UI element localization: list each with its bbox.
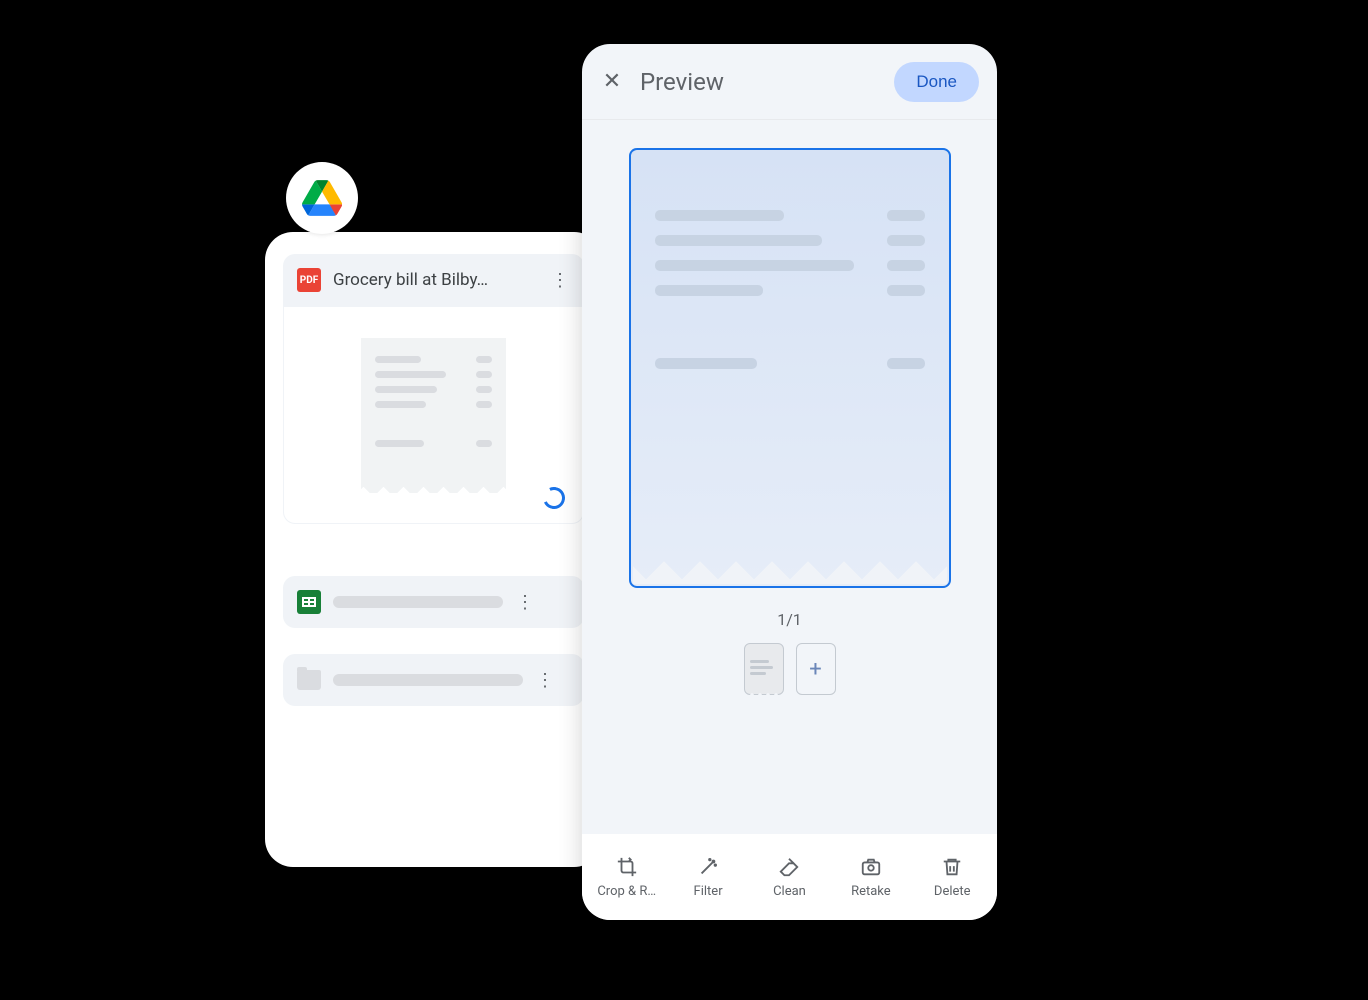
magic-wand-icon <box>697 856 719 878</box>
retake-button[interactable]: Retake <box>834 856 908 899</box>
pdf-icon: PDF <box>297 268 321 292</box>
preview-toolbar: Crop & R… Filter Clean Retake Delete <box>582 834 997 920</box>
preview-header: ✕ Preview Done <box>582 44 997 120</box>
crop-rotate-button[interactable]: Crop & R… <box>590 856 664 899</box>
file-row-pdf[interactable]: PDF Grocery bill at Bilby… ⋮ <box>283 254 584 306</box>
file-row-sheets[interactable]: ⋮ <box>283 576 584 628</box>
google-drive-logo <box>286 162 358 234</box>
sheets-icon <box>297 590 321 614</box>
page-thumbnail-strip: + <box>744 643 836 695</box>
scan-preview-panel: ✕ Preview Done 1/1 + <box>582 44 997 920</box>
close-icon[interactable]: ✕ <box>600 69 624 94</box>
filter-button[interactable]: Filter <box>671 856 745 899</box>
drive-icon <box>302 180 342 216</box>
preview-body: 1/1 + <box>582 120 997 834</box>
page-thumbnail[interactable] <box>744 643 784 695</box>
file-title: Grocery bill at Bilby… <box>333 270 538 290</box>
preview-title: Preview <box>640 68 878 96</box>
tool-label: Crop & R… <box>597 884 656 899</box>
more-options-icon[interactable]: ⋮ <box>535 670 555 691</box>
file-thumbnail-card[interactable] <box>283 306 584 524</box>
crop-rotate-icon <box>616 856 638 878</box>
drive-file-list-panel: PDF Grocery bill at Bilby… ⋮ <box>265 232 602 867</box>
tool-label: Filter <box>694 884 723 899</box>
file-title-placeholder <box>333 596 503 608</box>
file-row-folder[interactable]: ⋮ <box>283 654 584 706</box>
receipt-thumbnail <box>361 338 506 493</box>
camera-icon <box>860 856 882 878</box>
file-title-placeholder <box>333 674 523 686</box>
page-counter: 1/1 <box>777 610 802 629</box>
folder-icon <box>297 668 321 692</box>
plus-icon: + <box>809 657 821 682</box>
tool-label: Clean <box>773 884 806 899</box>
tool-label: Retake <box>851 884 891 899</box>
loading-spinner-icon <box>540 484 568 512</box>
done-button[interactable]: Done <box>894 62 979 102</box>
tool-label: Delete <box>934 884 971 899</box>
clean-button[interactable]: Clean <box>752 856 826 899</box>
eraser-icon <box>778 856 800 878</box>
more-options-icon[interactable]: ⋮ <box>550 270 570 291</box>
trash-icon <box>941 856 963 878</box>
add-page-button[interactable]: + <box>796 643 836 695</box>
delete-button[interactable]: Delete <box>915 856 989 899</box>
scanned-page-preview[interactable] <box>629 148 951 588</box>
more-options-icon[interactable]: ⋮ <box>515 592 535 613</box>
